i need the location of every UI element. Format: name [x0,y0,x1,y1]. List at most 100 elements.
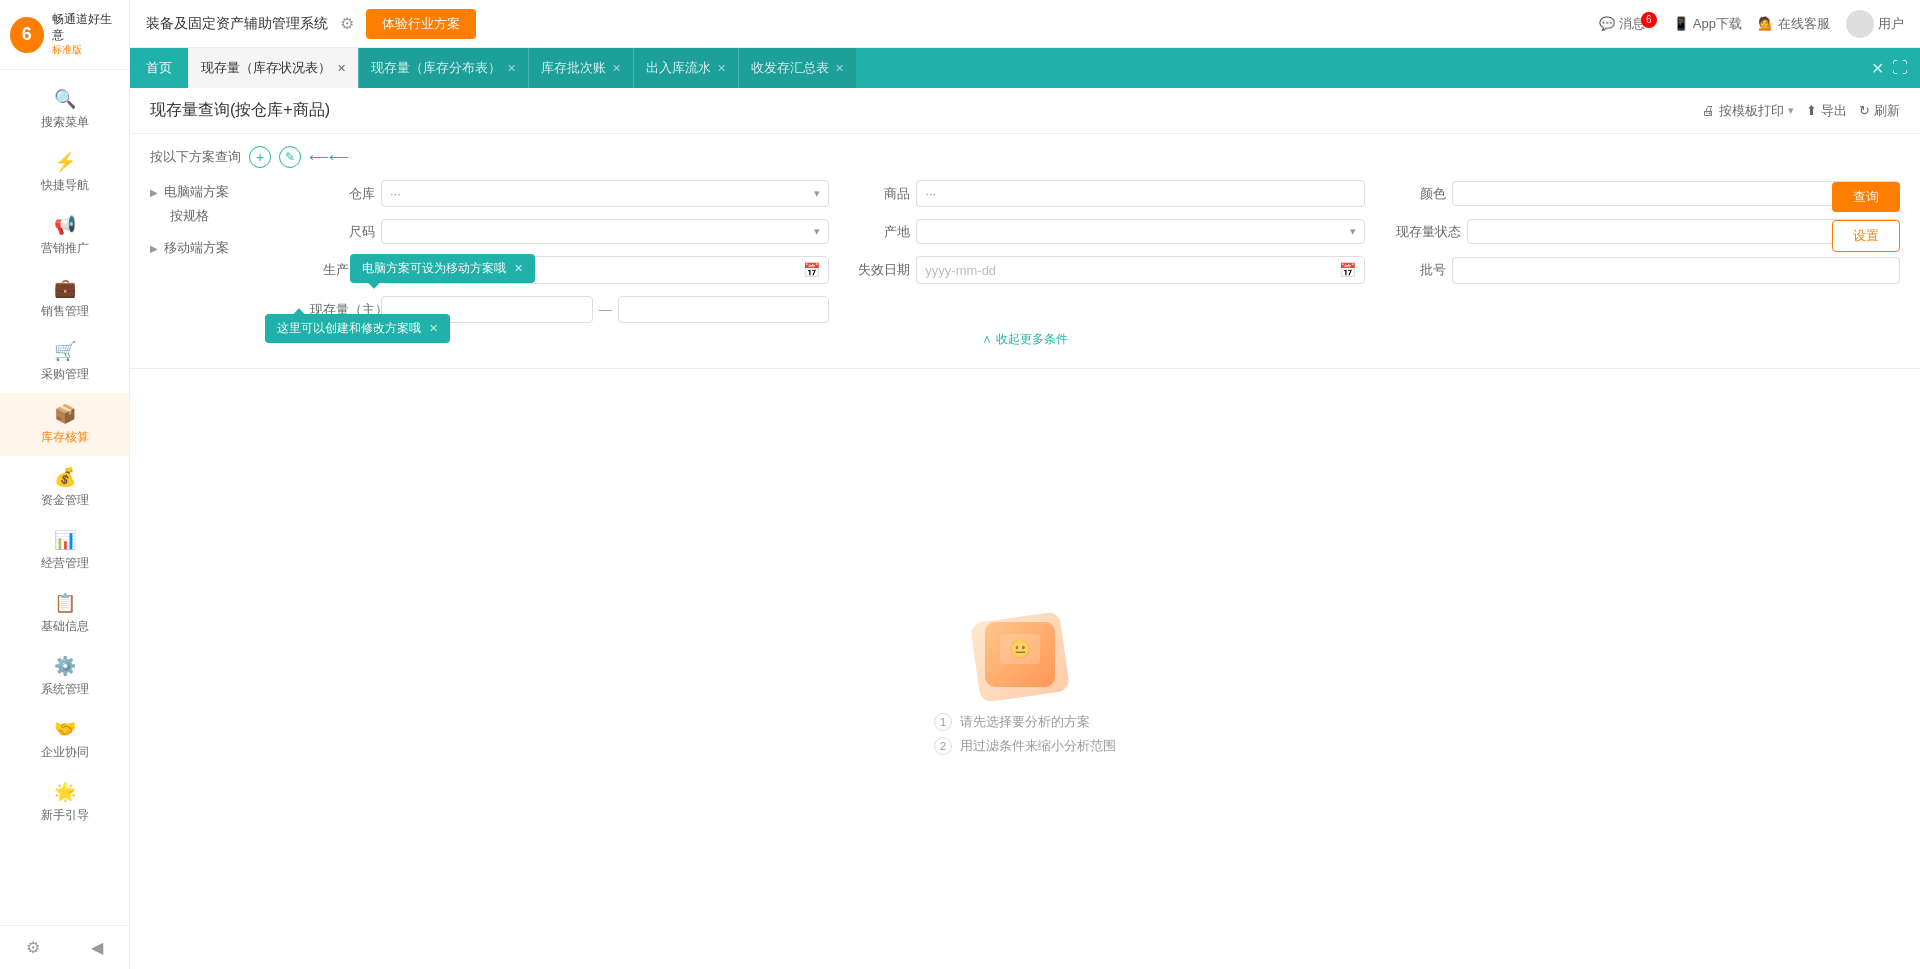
filter-buttons: 查询 设置 [1832,182,1900,252]
tab-close-icon[interactable]: ✕ [612,62,621,75]
tab-close-icon[interactable]: ✕ [835,62,844,75]
filter-edit-btn[interactable]: ✎ [279,146,301,168]
export-btn[interactable]: ⬆ 导出 [1806,102,1847,120]
empty-box-face-icon: 😐 [1000,634,1040,664]
tooltip-scheme-create: 这里可以创建和修改方案哦 ✕ [265,314,450,343]
scheme-desktop-item[interactable]: ▶ 电脑端方案 [150,180,310,204]
tab-inventory-status[interactable]: 现存量（库存状况表） ✕ [188,48,358,88]
sidebar-item-label: 经营管理 [41,555,89,572]
page-title: 现存量查询(按仓库+商品) [150,100,330,121]
sidebar-item-label: 搜索菜单 [41,114,89,131]
app-download-btn[interactable]: 📱 App下载 [1673,15,1742,33]
collapse-label: 收起更多条件 [996,332,1068,346]
sidebar-nav: 🔍 搜索菜单 ⚡ 快捷导航 📢 营销推广 💼 销售管理 🛒 采购管理 📦 库存核… [0,70,129,925]
search-btn[interactable]: 查询 [1832,182,1900,212]
batch-field-group: 批号 [1381,256,1900,284]
color-field-group: 颜色 ▾ [1381,180,1900,207]
reset-btn[interactable]: 设置 [1832,220,1900,252]
scheme-child-label: 按规格 [170,207,209,225]
sidebar-item-system[interactable]: ⚙️ 系统管理 [0,645,129,708]
sidebar-item-label: 快捷导航 [41,177,89,194]
sidebar-item-newguide[interactable]: 🌟 新手引导 [0,771,129,834]
stock-status-label: 现存量状态 [1381,223,1461,241]
filter-arrow-icon[interactable]: ⟵⟵ [309,149,349,165]
filter-add-btn[interactable]: + [249,146,271,168]
user-btn[interactable]: 用户 [1846,10,1904,38]
system-icon: ⚙️ [54,655,76,677]
sidebar-item-finance[interactable]: 💰 资金管理 [0,456,129,519]
system-name: 装备及固定资产辅助管理系统 [146,15,328,33]
service-icon: 💁 [1758,16,1774,31]
scheme-desktop-child[interactable]: 按规格 [170,204,310,228]
origin-select[interactable]: ▾ [916,219,1364,244]
tab-close-all-icon[interactable]: ✕ [1871,59,1884,78]
tab-inventory-dist[interactable]: 现存量（库存分布表） ✕ [358,48,528,88]
warehouse-select[interactable]: ··· ▾ [381,180,829,207]
batch-input[interactable] [1452,257,1900,284]
tooltip2-text: 这里可以创建和修改方案哦 [277,320,421,337]
hint-num-2: 2 [934,737,952,755]
size-select[interactable]: ▾ [381,219,829,244]
goods-field-group: 商品 ··· [845,180,1364,207]
message-badge: 6 [1641,12,1657,28]
sidebar-item-label: 新手引导 [41,807,89,824]
tab-flow[interactable]: 出入库流水 ✕ [633,48,738,88]
system-settings-icon[interactable]: ⚙ [340,14,354,33]
origin-field-group: 产地 ▾ [845,219,1364,244]
tab-summary[interactable]: 收发存汇总表 ✕ [738,48,856,88]
tab-home[interactable]: 首页 [130,48,188,88]
expire-date-field-group: 失效日期 yyyy-mm-dd 📅 [845,256,1364,284]
tooltip1-close-icon[interactable]: ✕ [514,262,523,275]
warehouse-label: 仓库 [310,185,375,203]
tab-close-icon[interactable]: ✕ [507,62,516,75]
expire-date-calendar-icon: 📅 [1339,262,1356,278]
tab-close-icon[interactable]: ✕ [717,62,726,75]
print-btn[interactable]: 🖨 按模板打印 ▾ [1702,102,1794,120]
sidebar-item-purchase[interactable]: 🛒 采购管理 [0,330,129,393]
expire-date-label: 失效日期 [845,261,910,279]
sidebar-item-inventory[interactable]: 📦 库存核算 [0,393,129,456]
refresh-btn[interactable]: ↻ 刷新 [1859,102,1900,120]
scheme-mobile-item[interactable]: ▶ 移动端方案 [150,236,310,260]
scheme-mobile-label: 移动端方案 [164,239,229,257]
export-icon: ⬆ [1806,103,1817,118]
expire-date-input[interactable]: yyyy-mm-dd 📅 [916,256,1364,284]
sidebar-item-label: 系统管理 [41,681,89,698]
tab-close-icon[interactable]: ✕ [337,62,346,75]
search-menu-icon: 🔍 [54,88,76,110]
marketing-icon: 📢 [54,214,76,236]
filter-area: 按以下方案查询 + ✎ ⟵⟵ 电脑方案可设为移动方案哦 ✕ 这里可以创建和修改方… [130,134,1920,369]
sidebar-item-basic[interactable]: 📋 基础信息 [0,582,129,645]
sidebar-item-management[interactable]: 📊 经营管理 [0,519,129,582]
message-btn[interactable]: 💬 消息 6 [1599,15,1657,33]
sidebar-item-search[interactable]: 🔍 搜索菜单 [0,78,129,141]
filter-scheme-tree: ▶ 电脑端方案 按规格 ▶ 移动端方案 [150,180,310,260]
collapse-sidebar-icon[interactable]: ◀ [91,938,103,957]
top-header: 装备及固定资产辅助管理系统 ⚙ 体验行业方案 💬 消息 6 📱 App下载 💁 … [130,0,1920,48]
sidebar-bottom: ⚙ ◀ [0,925,129,969]
page-content: 现存量查询(按仓库+商品) 🖨 按模板打印 ▾ ⬆ 导出 ↻ 刷新 [130,88,1920,969]
empty-state: 😐 1 请先选择要分析的方案 2 用过滤条件来缩小分析范围 [130,369,1920,969]
filter-top-row: ▶ 电脑端方案 按规格 ▶ 移动端方案 [150,180,1900,323]
empty-box-front: 😐 [985,622,1055,687]
range-dash: — [599,302,612,317]
tab-batch[interactable]: 库存批次账 ✕ [528,48,633,88]
origin-label: 产地 [845,223,910,241]
tooltip1-text: 电脑方案可设为移动方案哦 [362,260,506,277]
stock-main-max-input[interactable] [618,296,830,323]
message-icon: 💬 [1599,16,1615,31]
management-icon: 📊 [54,529,76,551]
sidebar-item-label: 基础信息 [41,618,89,635]
tab-expand-icon[interactable]: ⛶ [1892,59,1908,77]
size-chevron-icon: ▾ [814,225,820,238]
online-service-btn[interactable]: 💁 在线客服 [1758,15,1830,33]
sidebar-item-enterprise[interactable]: 🤝 企业协同 [0,708,129,771]
app-logo-icon: 6 [10,17,44,53]
sidebar-item-sales[interactable]: 💼 销售管理 [0,267,129,330]
goods-select[interactable]: ··· [916,180,1364,207]
tooltip2-close-icon[interactable]: ✕ [429,322,438,335]
trial-btn[interactable]: 体验行业方案 [366,9,476,39]
sidebar-item-marketing[interactable]: 📢 营销推广 [0,204,129,267]
sidebar-item-quicknav[interactable]: ⚡ 快捷导航 [0,141,129,204]
settings-icon[interactable]: ⚙ [26,938,40,957]
